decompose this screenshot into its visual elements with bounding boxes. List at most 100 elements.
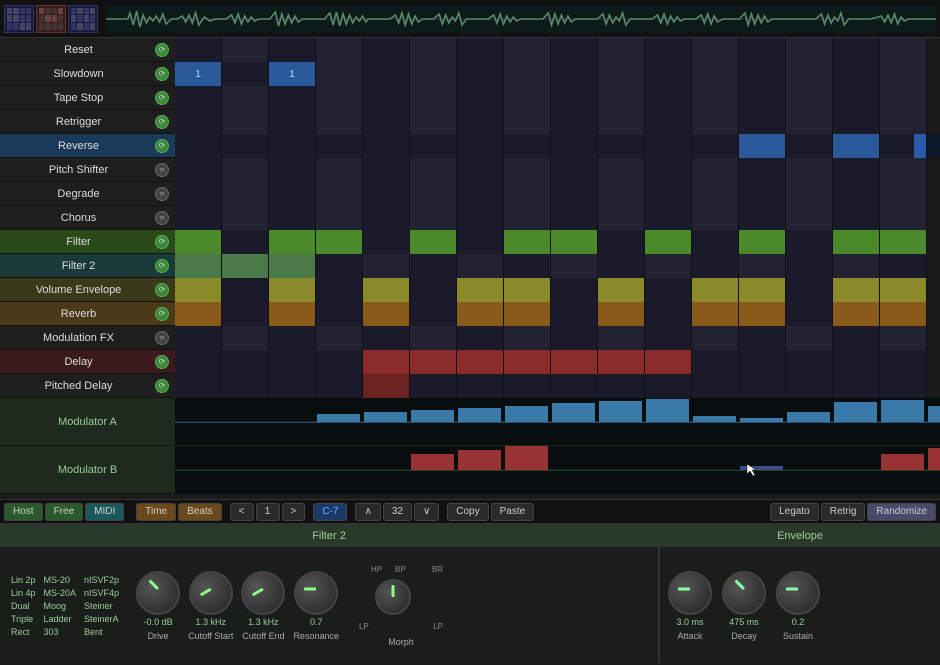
seq-cell[interactable] bbox=[363, 230, 410, 254]
up-button[interactable]: ∧ bbox=[355, 503, 380, 521]
seq-cell[interactable] bbox=[739, 302, 786, 326]
seq-cell[interactable] bbox=[504, 110, 551, 134]
beats-button[interactable]: Beats bbox=[178, 503, 222, 521]
seq-cell[interactable] bbox=[269, 230, 316, 254]
seq-cell[interactable] bbox=[786, 254, 833, 278]
seq-cell[interactable] bbox=[316, 374, 363, 398]
seq-cell[interactable] bbox=[363, 158, 410, 182]
seq-cell[interactable] bbox=[739, 230, 786, 254]
seq-cell[interactable] bbox=[598, 38, 645, 62]
seq-cell[interactable] bbox=[786, 134, 833, 158]
cutoff-start-knob[interactable] bbox=[189, 571, 233, 615]
seq-cell[interactable] bbox=[880, 134, 927, 158]
down-button[interactable]: ∨ bbox=[414, 503, 439, 521]
seq-cell[interactable] bbox=[410, 38, 457, 62]
seq-cell[interactable] bbox=[316, 110, 363, 134]
seq-cell[interactable] bbox=[457, 38, 504, 62]
seq-cell[interactable] bbox=[880, 350, 927, 374]
seq-cell[interactable] bbox=[880, 302, 927, 326]
seq-cell[interactable] bbox=[410, 254, 457, 278]
seq-cell[interactable] bbox=[786, 110, 833, 134]
time-button[interactable]: Time bbox=[136, 503, 176, 521]
seq-cell[interactable] bbox=[833, 86, 880, 110]
seq-cell[interactable] bbox=[598, 278, 645, 302]
seq-cell[interactable] bbox=[504, 326, 551, 350]
reverse-power-btn[interactable]: ⟳ bbox=[155, 139, 169, 153]
seq-cell[interactable] bbox=[739, 158, 786, 182]
seq-cell[interactable] bbox=[880, 110, 927, 134]
degrade-power-btn[interactable]: ○ bbox=[155, 187, 169, 201]
seq-cell[interactable] bbox=[175, 38, 222, 62]
seq-cell[interactable] bbox=[880, 230, 927, 254]
paste-button[interactable]: Paste bbox=[491, 503, 535, 521]
seq-cell[interactable] bbox=[269, 182, 316, 206]
seq-cell[interactable] bbox=[786, 62, 833, 86]
seq-cell[interactable] bbox=[551, 230, 598, 254]
seq-cell[interactable] bbox=[833, 350, 880, 374]
seq-cell[interactable] bbox=[457, 158, 504, 182]
seq-cell[interactable] bbox=[551, 350, 598, 374]
seq-cell[interactable] bbox=[410, 62, 457, 86]
seq-cell[interactable] bbox=[598, 86, 645, 110]
seq-cell[interactable] bbox=[363, 326, 410, 350]
seq-cell[interactable] bbox=[645, 350, 692, 374]
seq-cell[interactable] bbox=[316, 278, 363, 302]
seq-cell[interactable] bbox=[786, 302, 833, 326]
seq-cell[interactable] bbox=[316, 158, 363, 182]
count-value-btn[interactable]: 32 bbox=[383, 503, 412, 521]
seq-cell[interactable] bbox=[175, 230, 222, 254]
seq-cell[interactable] bbox=[363, 350, 410, 374]
seq-cell[interactable] bbox=[645, 302, 692, 326]
seq-cell[interactable] bbox=[269, 86, 316, 110]
seq-cell[interactable] bbox=[598, 326, 645, 350]
seq-cell[interactable] bbox=[410, 278, 457, 302]
seq-cell[interactable] bbox=[692, 110, 739, 134]
seq-cell[interactable]: 1 bbox=[175, 62, 222, 86]
seq-cell[interactable] bbox=[645, 254, 692, 278]
seq-cell[interactable] bbox=[457, 278, 504, 302]
seq-cell[interactable] bbox=[551, 326, 598, 350]
note-value-btn[interactable]: C-7 bbox=[313, 503, 347, 521]
seq-cell[interactable] bbox=[269, 206, 316, 230]
seq-cell[interactable] bbox=[457, 62, 504, 86]
filter-power-btn[interactable]: ⟳ bbox=[155, 235, 169, 249]
tapestop-power-btn[interactable]: ⟳ bbox=[155, 91, 169, 105]
step-value-btn[interactable]: 1 bbox=[256, 503, 280, 521]
seq-cell[interactable] bbox=[645, 110, 692, 134]
seq-cell[interactable] bbox=[739, 86, 786, 110]
seq-cell[interactable] bbox=[551, 302, 598, 326]
seq-cell[interactable] bbox=[410, 302, 457, 326]
seq-cell[interactable] bbox=[833, 326, 880, 350]
drive-knob[interactable] bbox=[136, 571, 180, 615]
filter-ms20[interactable]: MS-20 bbox=[41, 574, 80, 586]
seq-cell[interactable] bbox=[692, 38, 739, 62]
seq-cell[interactable] bbox=[598, 374, 645, 398]
seq-cell[interactable] bbox=[410, 134, 457, 158]
seq-cell[interactable] bbox=[222, 182, 269, 206]
filter2-power-btn[interactable]: ⟳ bbox=[155, 259, 169, 273]
seq-cell[interactable] bbox=[175, 278, 222, 302]
seq-cell[interactable] bbox=[363, 38, 410, 62]
seq-cell[interactable] bbox=[222, 374, 269, 398]
pitch-power-btn[interactable]: ○ bbox=[155, 163, 169, 177]
seq-cell[interactable] bbox=[363, 86, 410, 110]
seq-cell[interactable] bbox=[410, 374, 457, 398]
seq-cell[interactable] bbox=[222, 206, 269, 230]
seq-cell[interactable] bbox=[175, 254, 222, 278]
seq-cell[interactable] bbox=[504, 134, 551, 158]
seq-cell[interactable] bbox=[551, 86, 598, 110]
filter-steinera[interactable]: SteinerA bbox=[81, 613, 122, 625]
morph-knob[interactable] bbox=[375, 579, 411, 615]
attack-knob[interactable] bbox=[668, 571, 712, 615]
seq-cell[interactable] bbox=[457, 326, 504, 350]
seq-cell[interactable] bbox=[222, 230, 269, 254]
seq-cell[interactable] bbox=[880, 374, 927, 398]
seq-cell[interactable] bbox=[316, 350, 363, 374]
seq-cell[interactable] bbox=[833, 302, 880, 326]
seq-cell[interactable] bbox=[363, 254, 410, 278]
seq-cell[interactable] bbox=[880, 206, 927, 230]
seq-cell[interactable] bbox=[175, 158, 222, 182]
seq-cell[interactable] bbox=[739, 182, 786, 206]
seq-cell[interactable] bbox=[316, 254, 363, 278]
filter-ms20a[interactable]: MS-20A bbox=[41, 587, 80, 599]
